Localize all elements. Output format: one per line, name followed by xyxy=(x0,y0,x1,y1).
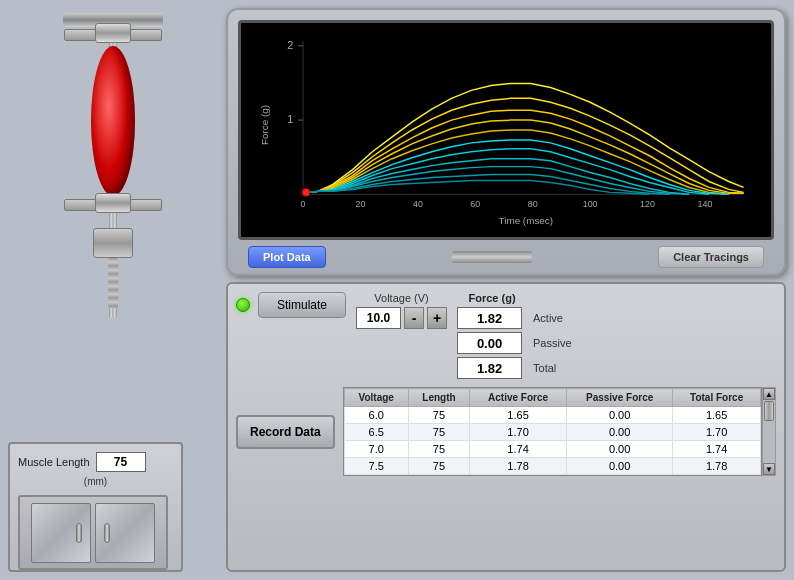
svg-text:20: 20 xyxy=(356,199,366,209)
cabinet-door-right xyxy=(95,503,155,563)
passive-force-value: 0.00 xyxy=(457,332,522,354)
total-label: Total xyxy=(533,362,572,374)
muscle-length-label: Muscle Length xyxy=(18,456,90,468)
voltage-section: Voltage (V) - + xyxy=(356,292,447,329)
scroll-thumb[interactable] xyxy=(764,401,774,421)
svg-text:1: 1 xyxy=(287,113,293,125)
data-section: Record Data Voltage Length Active Force … xyxy=(236,387,776,476)
monitor-screen: 1 2 Force (g) 0 20 40 60 80 100 120 140 xyxy=(238,20,774,240)
scroll-down-button[interactable]: ▼ xyxy=(763,463,775,475)
muscle xyxy=(91,46,135,196)
svg-point-16 xyxy=(302,188,310,196)
left-panel: Muscle Length (mm) xyxy=(8,8,218,572)
apparatus xyxy=(33,8,193,328)
col-total-force: Total Force xyxy=(673,389,761,407)
active-force-value: 1.82 xyxy=(457,307,522,329)
voltage-input[interactable] xyxy=(356,307,401,329)
right-panel: 1 2 Force (g) 0 20 40 60 80 100 120 140 xyxy=(226,8,786,572)
record-data-button[interactable]: Record Data xyxy=(236,415,335,449)
muscle-length-unit: (mm) xyxy=(18,476,173,487)
col-length: Length xyxy=(408,389,469,407)
force-header: Force (g) xyxy=(457,292,527,304)
svg-text:40: 40 xyxy=(413,199,423,209)
passive-label: Passive xyxy=(533,337,572,349)
bottom-fixture xyxy=(83,228,143,308)
svg-text:120: 120 xyxy=(640,199,655,209)
svg-text:Force (g): Force (g) xyxy=(259,105,270,145)
top-clamp xyxy=(95,23,131,43)
svg-text:80: 80 xyxy=(528,199,538,209)
data-table-container: Voltage Length Active Force Passive Forc… xyxy=(343,387,762,476)
record-btn-area: Record Data xyxy=(236,387,343,476)
svg-text:Time (msec): Time (msec) xyxy=(499,215,553,226)
table-row: 7.0751.740.001.74 xyxy=(344,441,760,458)
monitor-stand xyxy=(452,251,532,263)
muscle-length-box: Muscle Length (mm) xyxy=(8,442,183,572)
table-row: 7.5751.780.001.78 xyxy=(344,458,760,475)
plot-data-button[interactable]: Plot Data xyxy=(248,246,326,268)
col-voltage: Voltage xyxy=(344,389,408,407)
svg-text:60: 60 xyxy=(470,199,480,209)
stimulate-section: Stimulate xyxy=(236,292,346,318)
col-active-force: Active Force xyxy=(470,389,567,407)
control-top: Stimulate Voltage (V) - + Force (g) 1.82 xyxy=(236,292,776,379)
svg-text:2: 2 xyxy=(287,39,293,51)
table-row: 6.0751.650.001.65 xyxy=(344,407,760,424)
table-row: 6.5751.700.001.70 xyxy=(344,424,760,441)
scroll-up-button[interactable]: ▲ xyxy=(763,388,775,400)
voltage-minus-button[interactable]: - xyxy=(404,307,424,329)
fixture-block xyxy=(93,228,133,258)
col-passive-force: Passive Force xyxy=(566,389,672,407)
total-force-value: 1.82 xyxy=(457,357,522,379)
chart-area: 1 2 Force (g) 0 20 40 60 80 100 120 140 xyxy=(249,31,763,229)
voltage-label: Voltage (V) xyxy=(356,292,447,304)
main-container: Muscle Length (mm) xyxy=(0,0,794,580)
scroll-track xyxy=(763,400,775,463)
clear-tracings-button[interactable]: Clear Tracings xyxy=(658,246,764,268)
stimulate-button[interactable]: Stimulate xyxy=(258,292,346,318)
cabinet-door-left xyxy=(31,503,91,563)
voltage-plus-button[interactable]: + xyxy=(427,307,447,329)
led-indicator xyxy=(236,298,250,312)
svg-text:140: 140 xyxy=(698,199,713,209)
table-header-row: Voltage Length Active Force Passive Forc… xyxy=(344,389,760,407)
svg-text:100: 100 xyxy=(583,199,598,209)
data-table: Voltage Length Active Force Passive Forc… xyxy=(344,388,761,475)
control-panel: Stimulate Voltage (V) - + Force (g) 1.82 xyxy=(226,282,786,572)
active-label: Active xyxy=(533,312,572,324)
muscle-container xyxy=(88,43,138,198)
monitor-buttons: Plot Data Clear Tracings xyxy=(238,240,774,274)
cabinet xyxy=(18,495,168,570)
door-handle-right xyxy=(76,523,82,543)
muscle-length-input[interactable] xyxy=(96,452,146,472)
door-handle-left xyxy=(104,523,110,543)
scrollbar[interactable]: ▲ ▼ xyxy=(762,387,776,476)
chart-svg: 1 2 Force (g) 0 20 40 60 80 100 120 140 xyxy=(249,31,763,229)
monitor: 1 2 Force (g) 0 20 40 60 80 100 120 140 xyxy=(226,8,786,276)
svg-text:0: 0 xyxy=(301,199,306,209)
mid-clamp xyxy=(95,193,131,213)
voltage-row: - + xyxy=(356,307,447,329)
table-body: 6.0751.650.001.656.5751.700.001.707.0751… xyxy=(344,407,760,475)
force-display: Force (g) 1.82 Active 0.00 Passive 1.82 … xyxy=(457,292,572,379)
screw-rod xyxy=(108,258,118,308)
